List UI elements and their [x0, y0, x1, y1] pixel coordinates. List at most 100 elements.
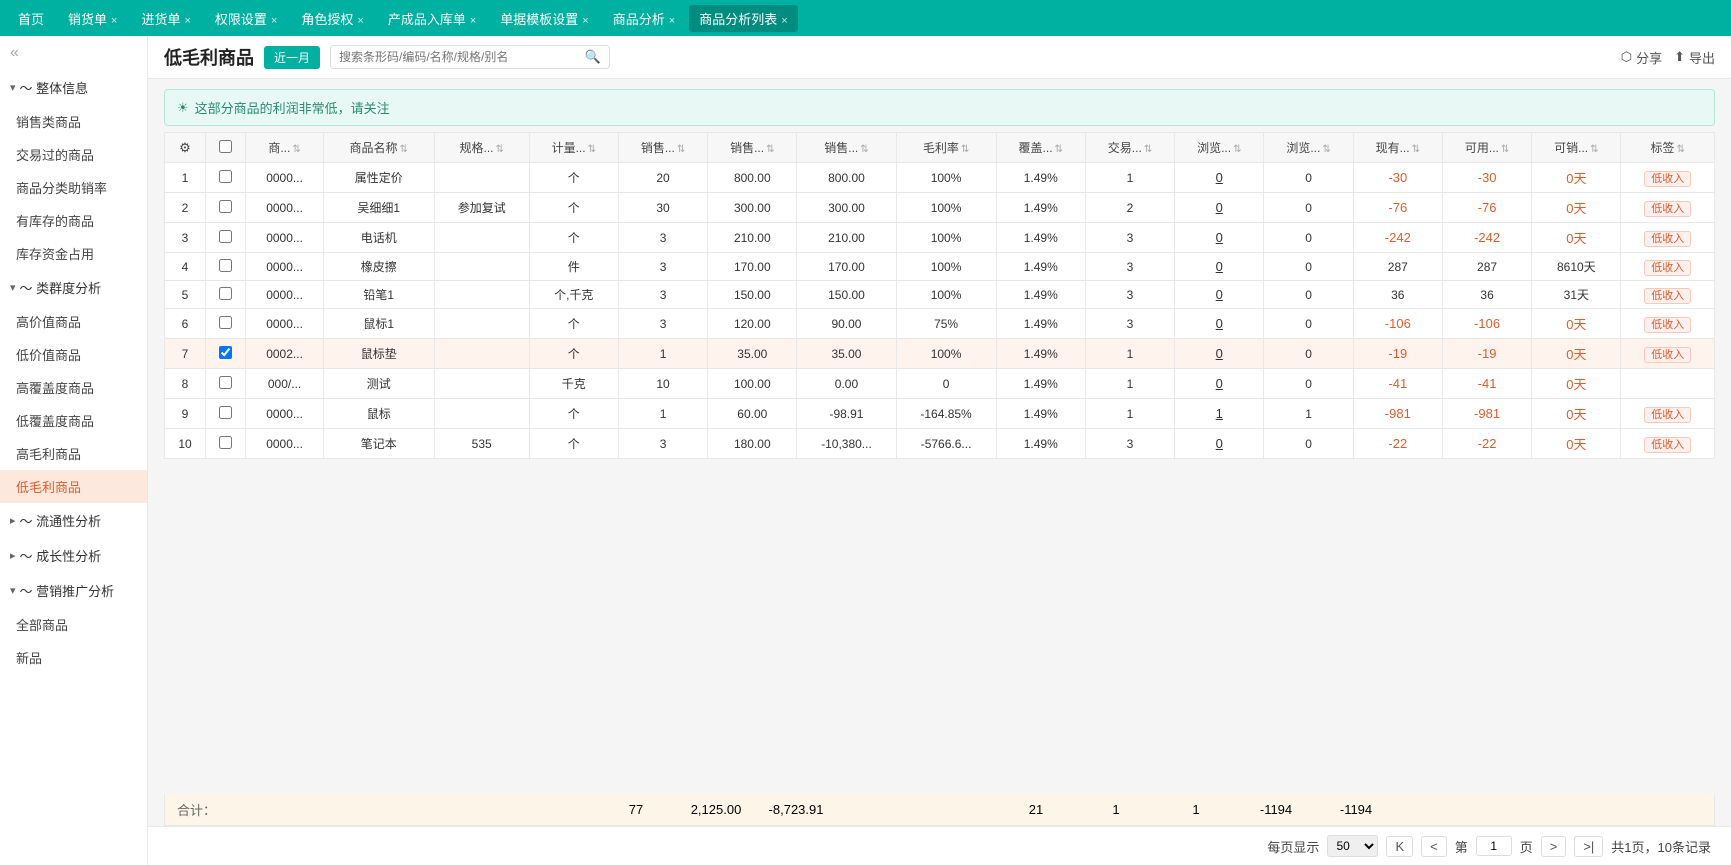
row-checkbox[interactable] — [219, 230, 232, 243]
sidebar-item-商品分类助销率[interactable]: 商品分类助销率 — [0, 171, 147, 204]
cell-view1[interactable]: 0 — [1175, 163, 1264, 193]
sidebar-item-有库存的商品[interactable]: 有库存的商品 — [0, 204, 147, 237]
sidebar-section-3[interactable]: ▸～ 成长性分析 — [0, 538, 147, 573]
cell-view1[interactable]: 0 — [1175, 429, 1264, 459]
period-button[interactable]: 近一月 — [264, 46, 320, 69]
sidebar-section-4[interactable]: ▾～ 营销推广分析 — [0, 573, 147, 608]
column-header-unit[interactable]: 计量...⇅ — [529, 133, 618, 163]
page-size-select[interactable]: 50 100 200 — [1327, 835, 1378, 857]
column-header-view1[interactable]: 浏览...⇅ — [1175, 133, 1264, 163]
sidebar-item-销售类商品[interactable]: 销售类商品 — [0, 105, 147, 138]
sidebar-section-0[interactable]: ▾～ 整体信息 — [0, 70, 147, 105]
cell-view1[interactable]: 1 — [1175, 399, 1264, 429]
sidebar-item-高价值商品[interactable]: 高价值商品 — [0, 305, 147, 338]
close-tab-icon[interactable]: × — [184, 15, 190, 27]
first-page-button[interactable]: K — [1386, 836, 1413, 857]
view-link[interactable]: 0 — [1216, 436, 1223, 451]
column-header-tag[interactable]: 标签⇅ — [1621, 133, 1715, 163]
row-checkbox[interactable] — [219, 346, 232, 359]
nav-item-商品分析[interactable]: 商品分析× — [603, 5, 685, 32]
page-input[interactable] — [1476, 836, 1512, 856]
nav-item-首页[interactable]: 首页 — [8, 5, 54, 32]
column-header-code[interactable]: 商...⇅ — [246, 133, 323, 163]
sidebar-section-1[interactable]: ▾～ 类群度分析 — [0, 270, 147, 305]
nav-item-产成品入库单[interactable]: 产成品入库单× — [378, 5, 486, 32]
cell-view1[interactable]: 0 — [1175, 281, 1264, 309]
cell-view1[interactable]: 0 — [1175, 339, 1264, 369]
view-link[interactable]: 0 — [1216, 259, 1223, 274]
sidebar-item-高覆盖度商品[interactable]: 高覆盖度商品 — [0, 371, 147, 404]
close-tab-icon[interactable]: × — [357, 15, 363, 27]
close-tab-icon[interactable]: × — [669, 15, 675, 27]
column-header-available[interactable]: 可用...⇅ — [1442, 133, 1531, 163]
row-checkbox[interactable] — [219, 259, 232, 272]
view-link[interactable]: 0 — [1216, 230, 1223, 245]
sidebar-item-全部商品[interactable]: 全部商品 — [0, 608, 147, 641]
sidebar-item-库存资金占用[interactable]: 库存资金占用 — [0, 237, 147, 270]
column-header-spec[interactable]: 规格...⇅ — [434, 133, 529, 163]
close-tab-icon[interactable]: × — [582, 15, 588, 27]
cell-checkbox[interactable] — [205, 163, 245, 193]
export-button[interactable]: ⬆ 导出 — [1674, 48, 1715, 67]
close-tab-icon[interactable]: × — [271, 15, 277, 27]
row-checkbox[interactable] — [219, 200, 232, 213]
view-link[interactable]: 1 — [1216, 406, 1223, 421]
select-all-checkbox[interactable] — [219, 140, 232, 153]
column-header-saleable[interactable]: 可销...⇅ — [1532, 133, 1621, 163]
cell-checkbox[interactable] — [205, 309, 245, 339]
column-header-sales_amount[interactable]: 销售...⇅ — [797, 133, 896, 163]
column-header-trade[interactable]: 交易...⇅ — [1085, 133, 1174, 163]
view-link[interactable]: 0 — [1216, 376, 1223, 391]
search-input[interactable] — [339, 50, 579, 64]
cell-view1[interactable]: 0 — [1175, 309, 1264, 339]
sidebar-item-高毛利商品[interactable]: 高毛利商品 — [0, 437, 147, 470]
cell-checkbox[interactable] — [205, 193, 245, 223]
nav-item-销货单[interactable]: 销货单× — [58, 5, 127, 32]
close-tab-icon[interactable]: × — [470, 15, 476, 27]
row-checkbox[interactable] — [219, 170, 232, 183]
last-page-button[interactable]: >| — [1574, 836, 1603, 857]
view-link[interactable]: 0 — [1216, 316, 1223, 331]
cell-checkbox[interactable] — [205, 223, 245, 253]
row-checkbox[interactable] — [219, 316, 232, 329]
cell-checkbox[interactable] — [205, 429, 245, 459]
settings-icon[interactable]: ⚙ — [179, 140, 191, 155]
row-checkbox[interactable] — [219, 436, 232, 449]
column-header-gross_margin[interactable]: 毛利率⇅ — [896, 133, 996, 163]
column-header-name[interactable]: 商品名称⇅ — [323, 133, 434, 163]
cell-view1[interactable]: 0 — [1175, 193, 1264, 223]
search-icon[interactable]: 🔍 — [585, 49, 601, 65]
view-link[interactable]: 0 — [1216, 287, 1223, 302]
column-header-coverage[interactable]: 覆盖...⇅ — [996, 133, 1085, 163]
sidebar-item-交易过的商品[interactable]: 交易过的商品 — [0, 138, 147, 171]
cell-checkbox[interactable] — [205, 281, 245, 309]
column-header-sales_price[interactable]: 销售...⇅ — [708, 133, 797, 163]
close-tab-icon[interactable]: × — [111, 15, 117, 27]
column-header-sales_qty[interactable]: 销售...⇅ — [618, 133, 707, 163]
sidebar-item-低毛利商品[interactable]: 低毛利商品 — [0, 470, 147, 503]
column-header-view2[interactable]: 浏览...⇅ — [1264, 133, 1353, 163]
sidebar-item-低覆盖度商品[interactable]: 低覆盖度商品 — [0, 404, 147, 437]
nav-item-权限设置[interactable]: 权限设置× — [205, 5, 287, 32]
sidebar-collapse-button[interactable]: « — [0, 36, 147, 70]
row-checkbox[interactable] — [219, 287, 232, 300]
nav-item-进货单[interactable]: 进货单× — [131, 5, 200, 32]
cell-checkbox[interactable] — [205, 339, 245, 369]
next-page-button[interactable]: > — [1541, 836, 1567, 857]
view-link[interactable]: 0 — [1216, 200, 1223, 215]
nav-item-单据模板设置[interactable]: 单据模板设置× — [490, 5, 598, 32]
sidebar-item-低价值商品[interactable]: 低价值商品 — [0, 338, 147, 371]
nav-item-商品分析列表[interactable]: 商品分析列表× — [689, 5, 797, 32]
row-checkbox[interactable] — [219, 406, 232, 419]
cell-view1[interactable]: 0 — [1175, 253, 1264, 281]
share-button[interactable]: ⬡ 分享 — [1621, 48, 1662, 67]
cell-checkbox[interactable] — [205, 399, 245, 429]
column-header-current[interactable]: 现有...⇅ — [1353, 133, 1442, 163]
prev-page-button[interactable]: < — [1421, 836, 1447, 857]
view-link[interactable]: 0 — [1216, 346, 1223, 361]
sidebar-section-2[interactable]: ▸～ 流通性分析 — [0, 503, 147, 538]
cell-checkbox[interactable] — [205, 253, 245, 281]
cell-checkbox[interactable] — [205, 369, 245, 399]
close-tab-icon[interactable]: × — [781, 15, 787, 27]
sidebar-item-新品[interactable]: 新品 — [0, 641, 147, 674]
